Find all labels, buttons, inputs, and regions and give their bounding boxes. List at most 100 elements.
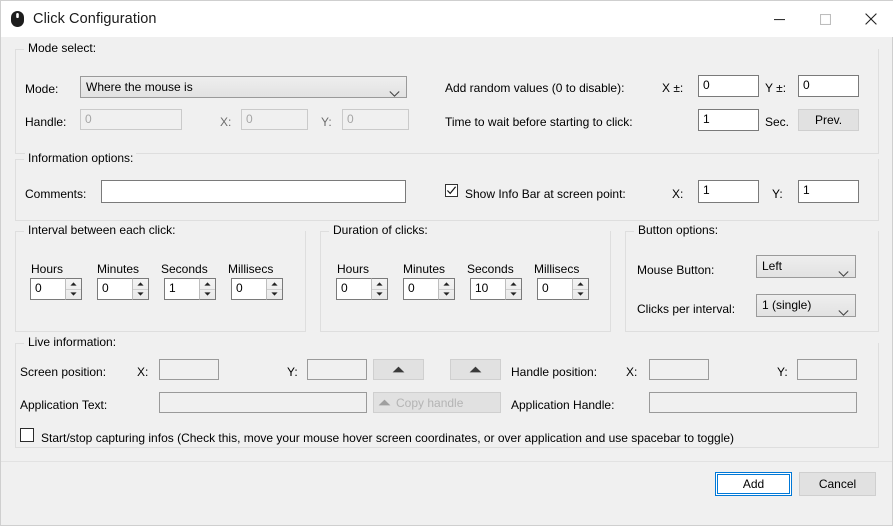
- info-bar-y-label: Y:: [772, 187, 783, 201]
- mode-x-input[interactable]: 0: [241, 109, 308, 130]
- clicks-per-interval-value: 1 (single): [762, 298, 812, 312]
- info-bar-y-input[interactable]: 1: [798, 180, 859, 203]
- application-text-label: Application Text:: [20, 398, 108, 412]
- triangle-up-icon: [392, 366, 405, 373]
- comments-label: Comments:: [25, 187, 87, 201]
- cancel-button[interactable]: Cancel: [799, 472, 876, 496]
- interval-minutes-label: Minutes: [97, 262, 140, 276]
- handle-position-capture-up-button[interactable]: [450, 359, 501, 380]
- handle-x-value[interactable]: [649, 359, 709, 380]
- interval-millisecs-label: Millisecs: [228, 262, 274, 276]
- interval-hours-stepper[interactable]: [65, 278, 82, 300]
- comments-input[interactable]: [101, 180, 406, 203]
- interval-millisecs-stepper[interactable]: [266, 278, 283, 300]
- random-x-input[interactable]: 0: [698, 75, 759, 97]
- duration-seconds-label: Seconds: [467, 262, 514, 276]
- interval-seconds-stepper[interactable]: [199, 278, 216, 300]
- stepper-down-icon[interactable]: [573, 288, 588, 300]
- mouse-icon: [7, 9, 27, 29]
- application-handle-label: Application Handle:: [511, 398, 615, 412]
- prev-button[interactable]: Prev.: [798, 109, 859, 131]
- stepper-down-icon[interactable]: [439, 288, 454, 300]
- stepper-up-icon[interactable]: [133, 279, 148, 289]
- random-x-label: X ±:: [662, 81, 684, 95]
- mouse-button-label: Mouse Button:: [637, 263, 715, 277]
- copy-handle-button[interactable]: Copy handle: [373, 392, 501, 413]
- handle-x-label: X:: [626, 365, 638, 379]
- close-icon[interactable]: [848, 1, 893, 37]
- triangle-up-icon: [469, 366, 482, 373]
- handle-y-label: Y:: [777, 365, 788, 379]
- stepper-up-icon[interactable]: [439, 279, 454, 289]
- handle-position-label: Handle position:: [511, 365, 598, 379]
- minimize-icon[interactable]: [756, 1, 802, 37]
- dialog-client-area: Mode select: Mode: Where the mouse is Ha…: [1, 37, 892, 525]
- stepper-down-icon[interactable]: [200, 288, 215, 300]
- application-text-value[interactable]: [159, 392, 367, 413]
- duration-seconds-stepper[interactable]: [505, 278, 522, 300]
- stepper-up-icon[interactable]: [573, 279, 588, 289]
- interval-hours-label: Hours: [31, 262, 64, 276]
- mode-y-input[interactable]: 0: [342, 109, 409, 130]
- mouse-button-dropdown[interactable]: Left: [756, 255, 856, 278]
- mode-x-label: X:: [220, 115, 232, 129]
- window-title: Click Configuration: [33, 11, 157, 27]
- interval-legend: Interval between each click:: [25, 223, 179, 237]
- chevron-down-icon: [838, 302, 849, 316]
- stepper-up-icon[interactable]: [372, 279, 387, 289]
- handle-input[interactable]: 0: [80, 109, 182, 130]
- clicks-per-interval-dropdown[interactable]: 1 (single): [756, 294, 856, 317]
- duration-minutes-stepper[interactable]: [438, 278, 455, 300]
- chevron-down-icon: [389, 84, 400, 97]
- handle-y-value[interactable]: [797, 359, 857, 380]
- stepper-down-icon[interactable]: [133, 288, 148, 300]
- chevron-down-icon: [838, 263, 849, 277]
- click-configuration-window: Click Configuration Mode select: Mode: W…: [0, 0, 893, 526]
- capture-infos-checkbox[interactable]: [20, 428, 34, 442]
- show-info-bar-checkbox[interactable]: [445, 184, 458, 197]
- duration-legend: Duration of clicks:: [330, 223, 431, 237]
- wait-time-label: Time to wait before starting to click:: [445, 115, 633, 129]
- capture-infos-label: Start/stop capturing infos (Check this, …: [41, 431, 735, 445]
- mode-select-group: Mode select:: [15, 41, 879, 154]
- wait-time-input[interactable]: 1: [698, 109, 759, 131]
- stepper-up-icon[interactable]: [66, 279, 81, 289]
- wait-time-unit: Sec.: [765, 115, 790, 129]
- mode-select-legend: Mode select:: [25, 41, 100, 55]
- application-handle-value[interactable]: [649, 392, 857, 413]
- stepper-up-icon[interactable]: [200, 279, 215, 289]
- stepper-up-icon[interactable]: [267, 279, 282, 289]
- info-bar-x-label: X:: [672, 187, 684, 201]
- interval-minutes-stepper[interactable]: [132, 278, 149, 300]
- mode-select-dropdown[interactable]: Where the mouse is: [80, 76, 407, 98]
- info-bar-x-input[interactable]: 1: [698, 180, 759, 203]
- screen-y-value[interactable]: [307, 359, 367, 380]
- screen-position-capture-up-button[interactable]: [373, 359, 424, 380]
- titlebar: Click Configuration: [1, 1, 893, 37]
- random-y-input[interactable]: 0: [798, 75, 859, 97]
- stepper-down-icon[interactable]: [267, 288, 282, 300]
- add-button[interactable]: Add: [715, 472, 792, 496]
- random-y-label: Y ±:: [765, 81, 787, 95]
- mouse-button-value: Left: [762, 259, 783, 273]
- mode-label: Mode:: [25, 82, 59, 96]
- footer-divider: [1, 461, 892, 462]
- show-info-bar-label: Show Info Bar at screen point:: [465, 187, 626, 201]
- window-controls: [756, 1, 893, 37]
- stepper-down-icon[interactable]: [506, 288, 521, 300]
- stepper-down-icon[interactable]: [66, 288, 81, 300]
- handle-label: Handle:: [25, 115, 67, 129]
- duration-hours-stepper[interactable]: [371, 278, 388, 300]
- duration-millisecs-label: Millisecs: [534, 262, 580, 276]
- screen-x-value[interactable]: [159, 359, 219, 380]
- stepper-up-icon[interactable]: [506, 279, 521, 289]
- maximize-icon[interactable]: [802, 1, 848, 37]
- duration-hours-label: Hours: [337, 262, 370, 276]
- mode-select-value: Where the mouse is: [86, 80, 193, 94]
- interval-seconds-label: Seconds: [161, 262, 208, 276]
- information-options-legend: Information options:: [25, 151, 137, 165]
- duration-millisecs-stepper[interactable]: [572, 278, 589, 300]
- screen-x-label: X:: [137, 365, 149, 379]
- stepper-down-icon[interactable]: [372, 288, 387, 300]
- clicks-per-interval-label: Clicks per interval:: [637, 302, 736, 316]
